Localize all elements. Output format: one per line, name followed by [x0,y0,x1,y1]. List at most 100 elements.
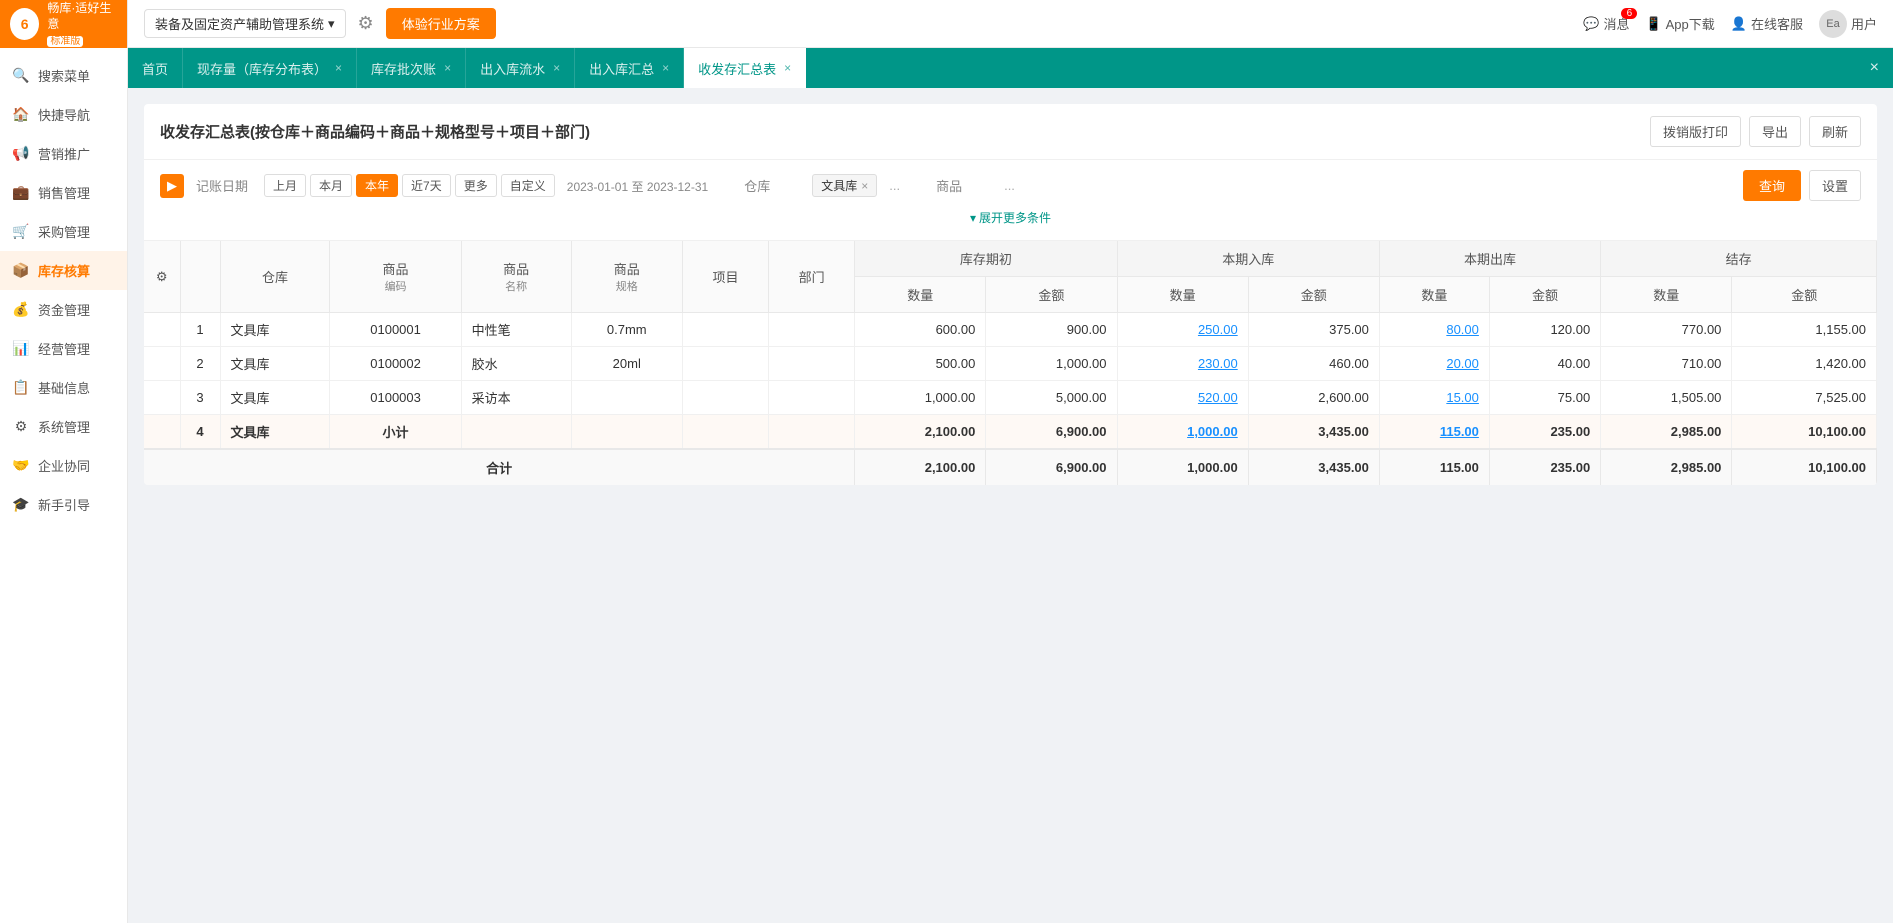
sidebar-item-newbie[interactable]: 🎓 新手引导 [0,485,127,524]
system-selector[interactable]: 装备及固定资产辅助管理系统 ▾ [144,9,346,38]
sidebar-item-label: 搜索菜单 [38,66,90,85]
sidebar-item-baseinfo[interactable]: 📋 基础信息 [0,368,127,407]
subtotal-no: 4 [180,415,220,450]
tab-close-icon[interactable]: × [553,61,560,75]
row-out-qty[interactable]: 80.00 [1379,313,1489,347]
subtotal-in-qty[interactable]: 1,000.00 [1117,415,1248,450]
subtotal-settings [144,415,180,450]
date-range: 2023-01-01 至 2023-12-31 [567,178,708,195]
subtotal-bal-qty: 2,985.00 [1601,415,1732,450]
tab-batch[interactable]: 库存批次账 × [357,48,466,88]
settings-icon[interactable]: ⚙ [358,13,374,34]
tab-close-icon[interactable]: × [662,61,669,75]
table-settings-icon[interactable]: ⚙ [156,269,168,284]
total-bal-amt: 10,100.00 [1732,449,1877,485]
th-settings[interactable]: ⚙ [144,241,180,313]
row-dept [769,313,855,347]
warehouse-tag-text: 文具库 [821,177,857,194]
th-in-qty: 数量 [1117,277,1248,313]
close-all-tabs[interactable]: × [1856,59,1893,77]
date-btn-more[interactable]: 更多 [455,174,497,197]
row-init-qty: 500.00 [855,347,986,381]
baseinfo-icon: 📋 [12,379,30,396]
row-out-amt: 120.00 [1489,313,1600,347]
tab-inventory-dist[interactable]: 现存量（库存分布表） × [183,48,357,88]
tab-close-icon[interactable]: × [444,61,451,75]
tab-summary[interactable]: 出入库汇总 × [575,48,684,88]
export-btn[interactable]: 导出 [1749,116,1801,147]
sidebar-item-system[interactable]: ⚙ 系统管理 [0,407,127,446]
date-btn-this-year[interactable]: 本年 [356,174,398,197]
logo-icon: 6 [10,8,39,40]
date-btn-this-month[interactable]: 本月 [310,174,352,197]
dropdown-icon: ▾ [328,16,335,32]
expand-conditions-btn[interactable]: ▾ 展开更多条件 [970,209,1051,226]
row-no: 2 [180,347,220,381]
row-in-qty[interactable]: 230.00 [1117,347,1248,381]
subtotal-in-amt: 3,435.00 [1248,415,1379,450]
date-label: 记账日期 [196,176,252,195]
date-btn-7days[interactable]: 近7天 [402,174,451,197]
avatar: Ea [1819,10,1847,38]
warehouse-tag-close[interactable]: × [861,179,868,193]
refresh-btn[interactable]: 刷新 [1809,116,1861,147]
th-bal-amt: 金额 [1732,277,1877,313]
row-out-qty[interactable]: 20.00 [1379,347,1489,381]
row-out-qty[interactable]: 15.00 [1379,381,1489,415]
main-content: 收发存汇总表(按仓库＋商品编码＋商品＋规格型号＋项目＋部门) 拨销版打印 导出 … [128,88,1893,923]
sidebar-item-quicknav[interactable]: 🏠 快捷导航 [0,95,127,134]
query-btn[interactable]: 查询 [1743,170,1801,201]
system-icon: ⚙ [12,418,30,435]
tab-close-icon[interactable]: × [784,61,791,75]
message-action[interactable]: 💬 消息 6 [1583,14,1629,33]
sidebar-item-label: 快捷导航 [38,105,90,124]
row-warehouse: 文具库 [220,347,330,381]
user-action[interactable]: Ea 用户 [1819,10,1877,38]
data-table-wrap: ⚙ 仓库 商品编码 商品名称 商品规格 项目 部门 库存期初 本期入库 本期出库… [144,241,1877,485]
warehouse-more-dots[interactable]: ... [889,178,900,193]
trial-btn[interactable]: 体验行业方案 [386,8,496,39]
goods-label: 商品 [936,176,992,195]
sidebar-item-purchase[interactable]: 🛒 采购管理 [0,212,127,251]
date-btn-last-month[interactable]: 上月 [264,174,306,197]
th-balance: 结存 [1601,241,1877,277]
sidebar-item-inventory[interactable]: 📦 库存核算 [0,251,127,290]
th-dept: 部门 [769,241,855,313]
tab-home[interactable]: 首页 [128,48,183,88]
date-btn-custom[interactable]: 自定义 [501,174,555,197]
tab-receipt-summary[interactable]: 收发存汇总表 × [684,48,806,88]
row-dept [769,347,855,381]
subtotal-out-qty[interactable]: 115.00 [1379,415,1489,450]
total-bal-qty: 2,985.00 [1601,449,1732,485]
row-in-qty[interactable]: 520.00 [1117,381,1248,415]
subtotal-empty1 [461,415,571,450]
sidebar-item-marketing[interactable]: 📢 营销推广 [0,134,127,173]
data-table: ⚙ 仓库 商品编码 商品名称 商品规格 项目 部门 库存期初 本期入库 本期出库… [144,241,1877,485]
sidebar-item-operations[interactable]: 📊 经营管理 [0,329,127,368]
sidebar-item-cooperation[interactable]: 🤝 企业协同 [0,446,127,485]
row-in-qty[interactable]: 250.00 [1117,313,1248,347]
filter-toggle-btn[interactable]: ▶ [160,174,184,198]
print-btn[interactable]: 拨销版打印 [1650,116,1741,147]
row-name: 采访本 [461,381,571,415]
sidebar-item-sales[interactable]: 💼 销售管理 [0,173,127,212]
app-download-label: App下载 [1666,14,1715,33]
sidebar-item-label: 新手引导 [38,495,90,514]
finance-icon: 💰 [12,301,30,318]
sidebar-item-search[interactable]: 🔍 搜索菜单 [0,56,127,95]
tab-label: 出入库流水 [480,59,545,78]
app-download-action[interactable]: 📱 App下载 [1645,14,1714,33]
row-warehouse: 文具库 [220,381,330,415]
sidebar-item-finance[interactable]: 💰 资金管理 [0,290,127,329]
total-label: 合计 [144,449,855,485]
row-project [682,381,768,415]
logo-text: 畅库·适好生意 标准版 [47,1,117,47]
online-support-action[interactable]: 👤 在线客服 [1731,14,1803,33]
sidebar-item-label: 经营管理 [38,339,90,358]
home-icon: 🏠 [12,106,30,123]
tab-close-icon[interactable]: × [335,61,342,75]
column-settings-btn[interactable]: 设置 [1809,170,1861,201]
row-bal-qty: 770.00 [1601,313,1732,347]
tab-flow[interactable]: 出入库流水 × [466,48,575,88]
goods-more-dots[interactable]: ... [1004,178,1015,193]
